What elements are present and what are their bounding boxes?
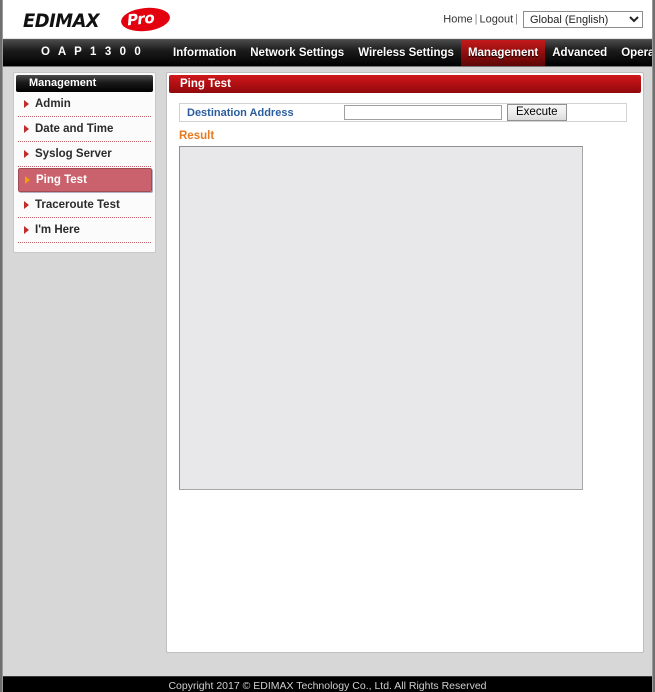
execute-button[interactable]: Execute — [507, 104, 567, 121]
page-frame: EDIMAX Pro Home | Logout | Global (English)… — [3, 0, 652, 692]
nav-item-advanced[interactable]: Advanced — [545, 40, 614, 66]
sidebar-item-label: Ping Test — [36, 174, 87, 186]
sidebar-item-ping-test[interactable]: Ping Test — [18, 168, 152, 192]
nav-item-management[interactable]: Management — [460, 40, 546, 66]
main-panel: Ping Test Destination Address Execute Re… — [166, 72, 644, 653]
top-links-separator-2: | — [515, 13, 518, 26]
chevron-right-icon — [24, 100, 29, 108]
top-bar: EDIMAX Pro Home | Logout | Global (English) — [3, 0, 652, 39]
nav-items: Information Network Settings Wireless Se… — [166, 40, 652, 66]
chevron-right-icon — [24, 201, 29, 209]
copyright-text: Copyright 2017 © EDIMAX Technology Co., … — [168, 680, 487, 692]
sidebar-item-label: Date and Time — [35, 123, 114, 135]
main-navigation-bar: O A P 1 3 0 0 Information Network Settin… — [3, 39, 652, 66]
sidebar-item-label: I'm Here — [35, 224, 80, 236]
sidebar-item-label: Syslog Server — [35, 148, 112, 160]
nav-item-network-settings[interactable]: Network Settings — [243, 40, 351, 66]
destination-address-input[interactable] — [344, 105, 502, 120]
result-label: Result — [179, 130, 215, 142]
nav-item-operation-mode[interactable]: Operation Mode — [614, 40, 652, 66]
logo-pro-badge-label: Pro — [126, 8, 156, 30]
sidebar-item-traceroute-test[interactable]: Traceroute Test — [18, 193, 151, 218]
device-model-label: O A P 1 3 0 0 — [41, 46, 144, 58]
chevron-right-icon — [24, 150, 29, 158]
home-link[interactable]: Home — [443, 13, 472, 25]
logo-wordmark: EDIMAX — [23, 10, 100, 32]
sidebar-item-admin[interactable]: Admin — [18, 92, 151, 117]
chevron-right-icon — [24, 226, 29, 234]
edimax-pro-logo: EDIMAX Pro — [23, 5, 173, 34]
sidebar-item-label: Admin — [35, 98, 71, 110]
chevron-right-icon — [25, 176, 30, 184]
sidebar-header: Management — [16, 75, 153, 92]
result-output-textarea[interactable] — [179, 146, 583, 490]
logout-link[interactable]: Logout — [479, 13, 513, 25]
destination-address-row: Destination Address Execute — [179, 103, 627, 122]
sidebar-item-im-here[interactable]: I'm Here — [18, 218, 151, 243]
panel-body: Destination Address Execute Result — [167, 93, 643, 493]
top-links: Home | Logout | Global (English) — [443, 11, 643, 28]
language-select[interactable]: Global (English) — [523, 11, 643, 28]
content-area: Management Admin Date and Time Syslog Se… — [3, 66, 652, 676]
sidebar-item-date-and-time[interactable]: Date and Time — [18, 117, 151, 142]
destination-address-label: Destination Address — [187, 106, 294, 119]
panel-title: Ping Test — [169, 75, 641, 93]
page-root: EDIMAX Pro Home | Logout | Global (English)… — [0, 0, 655, 692]
sidebar-item-label: Traceroute Test — [35, 199, 120, 211]
sidebar: Management Admin Date and Time Syslog Se… — [13, 72, 156, 253]
nav-item-wireless-settings[interactable]: Wireless Settings — [351, 40, 461, 66]
sidebar-item-syslog-server[interactable]: Syslog Server — [18, 142, 151, 167]
nav-item-information[interactable]: Information — [166, 40, 243, 66]
footer: Copyright 2017 © EDIMAX Technology Co., … — [3, 676, 652, 692]
chevron-right-icon — [24, 125, 29, 133]
